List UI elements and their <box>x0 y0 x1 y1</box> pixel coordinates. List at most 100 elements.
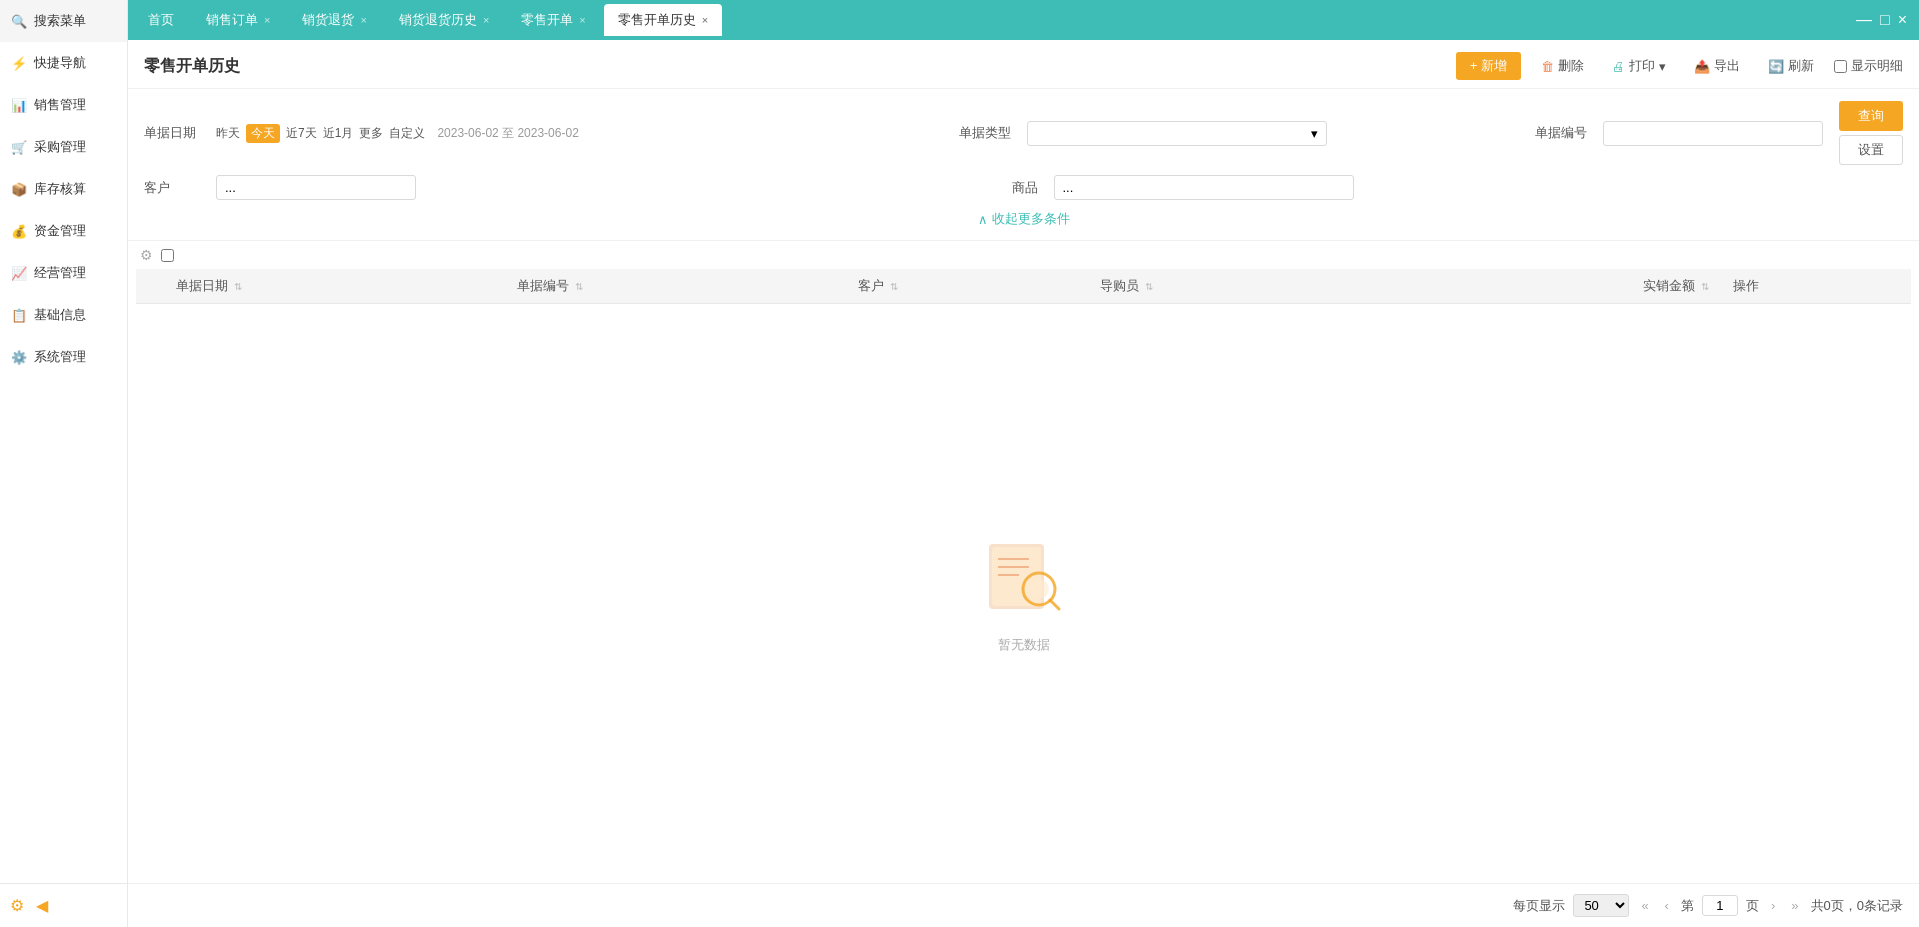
per-page-select[interactable]: 50 20 100 <box>1573 894 1629 917</box>
collapse-button[interactable]: ∧ 收起更多条件 <box>978 210 1070 228</box>
tab-retail-open-close[interactable]: × <box>579 14 585 26</box>
tab-sales-order-label: 销售订单 <box>206 11 258 29</box>
refresh-button[interactable]: 🔄 刷新 <box>1760 53 1822 79</box>
sidebar-search[interactable]: 🔍 搜索菜单 <box>0 0 127 42</box>
refresh-icon: 🔄 <box>1768 59 1784 74</box>
customer-label: 客户 <box>144 179 200 197</box>
last-page-btn[interactable]: » <box>1787 896 1802 915</box>
print-dropdown-icon: ▾ <box>1659 59 1666 74</box>
empty-icon <box>974 534 1074 624</box>
shortcut-more[interactable]: 更多 <box>359 125 383 142</box>
sidebar-item-basic-info[interactable]: 📋 基础信息 <box>0 294 127 336</box>
table-toolbar: ⚙ <box>136 241 1911 269</box>
tab-retail-open[interactable]: 零售开单 × <box>507 4 599 36</box>
per-page-label: 每页显示 <box>1513 897 1565 915</box>
pagination: 每页显示 50 20 100 « ‹ 第 页 › » 共0页，0条记录 <box>128 883 1919 927</box>
purchase-mgmt-icon: 🛒 <box>10 138 28 156</box>
type-select[interactable]: ▾ <box>1027 121 1327 146</box>
print-icon: 🖨 <box>1612 59 1625 74</box>
export-icon: 📤 <box>1694 59 1710 74</box>
tab-sales-order-close[interactable]: × <box>264 14 270 26</box>
tab-bar: 首页 销售订单 × 销货退货 × 销货退货历史 × 零售开单 × 零售开单历史 … <box>128 0 1919 40</box>
display-detail-toggle[interactable]: 显示明细 <box>1834 57 1903 75</box>
shortcut-last7[interactable]: 近7天 <box>286 125 317 142</box>
quick-nav-icon: ⚡ <box>10 54 28 72</box>
next-page-btn[interactable]: › <box>1767 896 1779 915</box>
sidebar-item-label: 库存核算 <box>34 180 86 198</box>
sort-no-icon[interactable]: ⇅ <box>575 281 583 292</box>
sidebar-item-purchase-mgmt[interactable]: 🛒 采购管理 <box>0 126 127 168</box>
sort-salesperson-icon[interactable]: ⇅ <box>1145 281 1153 292</box>
inventory-icon: 📦 <box>10 180 28 198</box>
data-table: 单据日期 ⇅ 单据编号 ⇅ 客户 ⇅ 导购员 ⇅ <box>136 269 1911 304</box>
filter-area: 单据日期 昨天 今天 近7天 近1月 更多 自定义 2023-06-02 至 2… <box>128 89 1919 241</box>
shortcut-last-month[interactable]: 近1月 <box>323 125 354 142</box>
prev-page-btn[interactable]: ‹ <box>1661 896 1673 915</box>
tab-sales-return[interactable]: 销货退货 × <box>288 4 380 36</box>
tab-sales-return-history-label: 销货退货历史 <box>399 11 477 29</box>
tab-home[interactable]: 首页 <box>134 4 188 36</box>
minimize-icon[interactable]: — <box>1856 11 1872 29</box>
tab-retail-open-label: 零售开单 <box>521 11 573 29</box>
svg-point-6 <box>1029 579 1049 599</box>
sort-amount-icon[interactable]: ⇅ <box>1701 281 1709 292</box>
sidebar-item-inventory[interactable]: 📦 库存核算 <box>0 168 127 210</box>
sidebar-item-quick-nav[interactable]: ⚡ 快捷导航 <box>0 42 127 84</box>
date-label: 单据日期 <box>144 124 200 142</box>
shortcut-yesterday[interactable]: 昨天 <box>216 125 240 142</box>
sidebar-item-label: 经营管理 <box>34 264 86 282</box>
filter-row-1: 单据日期 昨天 今天 近7天 近1月 更多 自定义 2023-06-02 至 2… <box>144 101 1903 165</box>
goods-select-placeholder: ... <box>1063 180 1074 195</box>
settings-button[interactable]: 设置 <box>1839 135 1903 165</box>
empty-state: 暂无数据 <box>136 304 1911 883</box>
page-label: 第 <box>1681 897 1694 915</box>
sidebar-item-system[interactable]: ⚙️ 系统管理 <box>0 336 127 378</box>
sidebar-item-finance[interactable]: 💰 资金管理 <box>0 210 127 252</box>
sort-customer-icon[interactable]: ⇅ <box>890 281 898 292</box>
toolbar: + 新增 🗑 删除 🖨 打印 ▾ 📤 导出 🔄 刷新 <box>1456 52 1903 80</box>
table-settings-icon[interactable]: ⚙ <box>140 247 153 263</box>
sidebar-item-label: 采购管理 <box>34 138 86 156</box>
sidebar-settings-icon[interactable]: ⚙ <box>10 896 24 915</box>
customer-select-placeholder: ... <box>225 180 236 195</box>
tab-sales-return-history[interactable]: 销货退货历史 × <box>385 4 503 36</box>
th-amount: 实销金额 ⇅ <box>1380 269 1721 304</box>
query-button[interactable]: 查询 <box>1839 101 1903 131</box>
display-detail-checkbox[interactable] <box>1834 60 1847 73</box>
no-label: 单据编号 <box>1531 124 1587 142</box>
sidebar-item-operations[interactable]: 📈 经营管理 <box>0 252 127 294</box>
customer-select[interactable]: ... <box>216 175 416 200</box>
search-icon: 🔍 <box>10 12 28 30</box>
tab-sales-return-history-close[interactable]: × <box>483 14 489 26</box>
tab-sales-return-close[interactable]: × <box>360 14 366 26</box>
close-icon[interactable]: × <box>1898 11 1907 29</box>
select-all-checkbox[interactable] <box>161 249 174 262</box>
no-input[interactable] <box>1603 121 1823 146</box>
tab-retail-open-history-close[interactable]: × <box>702 14 708 26</box>
system-icon: ⚙️ <box>10 348 28 366</box>
first-page-btn[interactable]: « <box>1637 896 1652 915</box>
shortcut-today[interactable]: 今天 <box>246 124 280 143</box>
page-number-input[interactable] <box>1702 895 1738 916</box>
tab-retail-open-history[interactable]: 零售开单历史 × <box>604 4 722 36</box>
tab-retail-open-history-label: 零售开单历史 <box>618 11 696 29</box>
page-suffix: 页 <box>1746 897 1759 915</box>
print-button[interactable]: 🖨 打印 ▾ <box>1604 53 1674 79</box>
tab-sales-order[interactable]: 销售订单 × <box>192 4 284 36</box>
sidebar-collapse-icon[interactable]: ◀ <box>36 896 48 915</box>
add-button[interactable]: + 新增 <box>1456 52 1521 80</box>
goods-select[interactable]: ... <box>1054 175 1354 200</box>
sort-date-icon[interactable]: ⇅ <box>234 281 242 292</box>
main-area: 首页 销售订单 × 销货退货 × 销货退货历史 × 零售开单 × 零售开单历史 … <box>128 0 1919 927</box>
tab-bar-right: — □ × <box>1856 11 1915 29</box>
tab-home-label: 首页 <box>148 11 174 29</box>
page-title: 零售开单历史 <box>144 56 240 77</box>
type-label: 单据类型 <box>955 124 1011 142</box>
goods-label: 商品 <box>982 179 1038 197</box>
export-button[interactable]: 📤 导出 <box>1686 53 1748 79</box>
shortcut-custom[interactable]: 自定义 <box>389 125 425 142</box>
sidebar-item-sales-mgmt[interactable]: 📊 销售管理 <box>0 84 127 126</box>
delete-button[interactable]: 🗑 删除 <box>1533 53 1592 79</box>
maximize-icon[interactable]: □ <box>1880 11 1890 29</box>
empty-text: 暂无数据 <box>998 636 1050 654</box>
